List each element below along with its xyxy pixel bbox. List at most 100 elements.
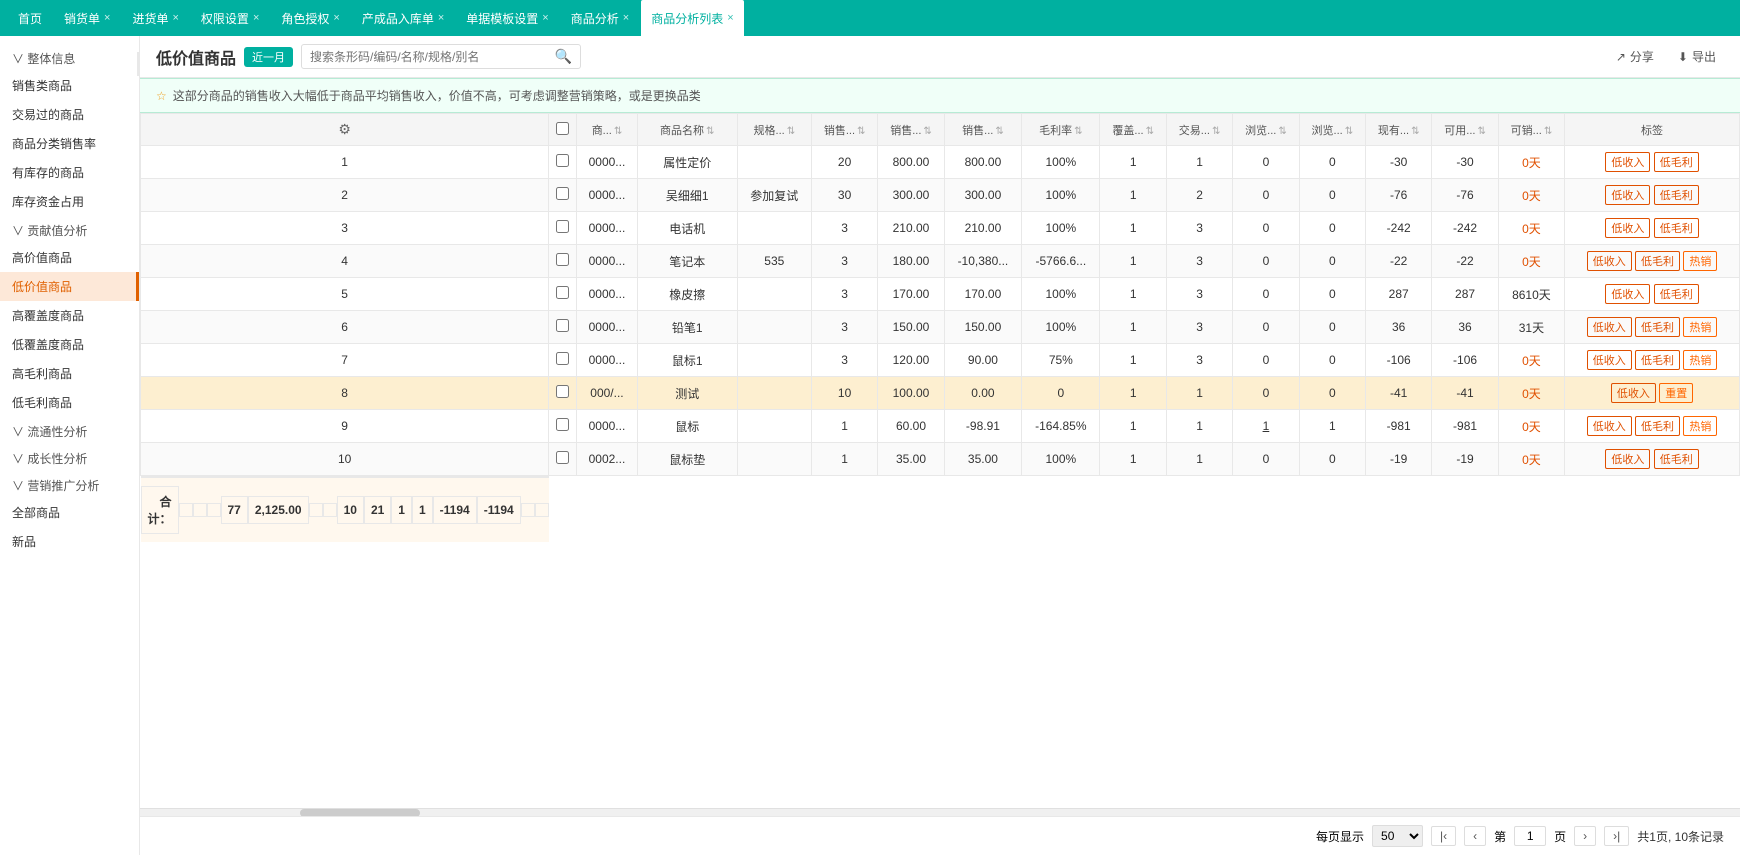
row-checkbox[interactable] — [556, 352, 569, 365]
cell-check[interactable] — [549, 179, 577, 212]
sidebar-group-marketing[interactable]: ∨ 营销推广分析 — [0, 471, 139, 498]
export-button[interactable]: ⬇ 导出 — [1670, 45, 1724, 68]
sidebar-item-high-margin[interactable]: 高毛利商品 — [0, 359, 139, 388]
footer-spec — [207, 503, 221, 517]
row-checkbox[interactable] — [556, 385, 569, 398]
tag-label: 低收入 — [1605, 449, 1650, 469]
row-checkbox[interactable] — [556, 286, 569, 299]
row-checkbox[interactable] — [556, 319, 569, 332]
cell-check[interactable] — [549, 278, 577, 311]
cell-check[interactable] — [549, 146, 577, 179]
share-icon: ↗ — [1616, 50, 1626, 64]
nav-close-purchase[interactable]: × — [172, 12, 178, 24]
sidebar-item-stocked-goods[interactable]: 有库存的商品 — [0, 158, 139, 187]
nav-close-warehouse[interactable]: × — [438, 12, 444, 24]
sidebar-item-sales-goods[interactable]: 销售类商品 — [0, 71, 139, 100]
cell-check[interactable] — [549, 311, 577, 344]
nav-close-template[interactable]: × — [542, 12, 548, 24]
horizontal-scrollbar[interactable] — [140, 808, 1740, 816]
row-checkbox[interactable] — [556, 451, 569, 464]
cell-browse1: 0 — [1233, 377, 1299, 410]
cell-code: 0000... — [577, 344, 637, 377]
nav-analysis[interactable]: 商品分析 × — [561, 0, 639, 36]
cell-stock1: -242 — [1365, 212, 1431, 245]
cell-s1: 30 — [811, 179, 877, 212]
cell-stock1: -30 — [1365, 146, 1431, 179]
nav-close-role[interactable]: × — [333, 12, 339, 24]
cell-tags: 低收入 低毛利 热销 — [1565, 344, 1740, 377]
tag-label: 热销 — [1683, 416, 1717, 436]
row-checkbox[interactable] — [556, 154, 569, 167]
notice-icon: ☆ — [156, 89, 167, 103]
cell-cover: 1 — [1100, 377, 1166, 410]
page-number-input[interactable] — [1514, 826, 1546, 846]
sidebar-item-inventory-funds[interactable]: 库存资金占用 — [0, 187, 139, 216]
footer-label: 合计： — [141, 486, 179, 534]
notice-text: 这部分商品的销售收入大幅低于商品平均销售收入，价值不高，可考虑调整营销策略，或是… — [173, 87, 701, 104]
nav-sales[interactable]: 销货单 × — [54, 0, 120, 36]
th-gear[interactable]: ⚙ — [141, 114, 549, 146]
nav-permission[interactable]: 权限设置 × — [191, 0, 269, 36]
nav-close-sales[interactable]: × — [104, 12, 110, 24]
sidebar-group-flow[interactable]: ∨ 流通性分析 — [0, 417, 139, 444]
cell-check[interactable] — [549, 344, 577, 377]
nav-warehouse[interactable]: 产成品入库单 × — [352, 0, 454, 36]
nav-close-permission[interactable]: × — [253, 12, 259, 24]
period-badge[interactable]: 近一月 — [244, 47, 293, 67]
row-checkbox[interactable] — [556, 187, 569, 200]
search-input[interactable] — [310, 50, 551, 64]
cell-num: 1 — [141, 146, 549, 179]
th-tags: 标签 — [1565, 114, 1740, 146]
nav-close-analysis-list[interactable]: × — [727, 12, 733, 24]
sidebar-toggle[interactable]: « — [137, 52, 140, 76]
cell-browse1[interactable]: 1 — [1233, 410, 1299, 443]
cell-check[interactable] — [549, 377, 577, 410]
sidebar-group-contribution[interactable]: ∨ 贡献值分析 — [0, 216, 139, 243]
cell-s2: 300.00 — [878, 179, 944, 212]
nav-role[interactable]: 角色授权 × — [271, 0, 349, 36]
cell-num: 6 — [141, 311, 549, 344]
nav-home[interactable]: 首页 — [8, 0, 52, 36]
row-checkbox[interactable] — [556, 418, 569, 431]
per-page-select[interactable]: 50 100 200 — [1372, 825, 1423, 847]
share-button[interactable]: ↗ 分享 — [1608, 45, 1662, 68]
first-page-button[interactable]: |‹ — [1431, 826, 1456, 846]
cell-check[interactable] — [549, 212, 577, 245]
prev-page-button[interactable]: ‹ — [1464, 826, 1486, 846]
nav-close-analysis[interactable]: × — [623, 12, 629, 24]
nav-template[interactable]: 单据模板设置 × — [456, 0, 558, 36]
next-page-button[interactable]: › — [1574, 826, 1596, 846]
tag-label: 低收入 — [1587, 350, 1632, 370]
tag-label: 低毛利 — [1654, 185, 1699, 205]
cell-margin: 100% — [1022, 311, 1100, 344]
cell-check[interactable] — [549, 245, 577, 278]
sidebar-item-high-coverage[interactable]: 高覆盖度商品 — [0, 301, 139, 330]
check-all-checkbox[interactable] — [556, 122, 569, 135]
cell-name: 测试 — [637, 377, 737, 410]
sidebar-item-low-coverage[interactable]: 低覆盖度商品 — [0, 330, 139, 359]
cell-days: 0天 — [1498, 179, 1564, 212]
last-page-button[interactable]: ›| — [1604, 826, 1629, 846]
sidebar-item-low-margin[interactable]: 低毛利商品 — [0, 388, 139, 417]
sidebar-item-new-goods[interactable]: 新品 — [0, 527, 139, 556]
search-icon[interactable]: 🔍 — [555, 48, 572, 65]
row-checkbox[interactable] — [556, 253, 569, 266]
cell-num: 5 — [141, 278, 549, 311]
sidebar-item-all-goods[interactable]: 全部商品 — [0, 498, 139, 527]
cell-check[interactable] — [549, 443, 577, 476]
sidebar-item-high-value[interactable]: 高价值商品 — [0, 243, 139, 272]
th-check-all[interactable] — [549, 114, 577, 146]
nav-analysis-list[interactable]: 商品分析列表 × — [641, 0, 743, 36]
browse-link[interactable]: 1 — [1263, 419, 1270, 433]
sidebar-item-traded-goods[interactable]: 交易过的商品 — [0, 100, 139, 129]
row-checkbox[interactable] — [556, 220, 569, 233]
cell-code: 0000... — [577, 311, 637, 344]
footer-trade: 21 — [364, 496, 391, 524]
cell-check[interactable] — [549, 410, 577, 443]
nav-purchase[interactable]: 进货单 × — [122, 0, 188, 36]
sidebar-item-category-sales[interactable]: 商品分类销售率 — [0, 129, 139, 158]
sidebar-group-growth[interactable]: ∨ 成长性分析 — [0, 444, 139, 471]
column-settings-icon[interactable]: ⚙ — [338, 121, 351, 137]
sidebar-group-overview[interactable]: ∨ 整体信息 — [0, 44, 139, 71]
sidebar-item-low-value[interactable]: 低价值商品 — [0, 272, 139, 301]
